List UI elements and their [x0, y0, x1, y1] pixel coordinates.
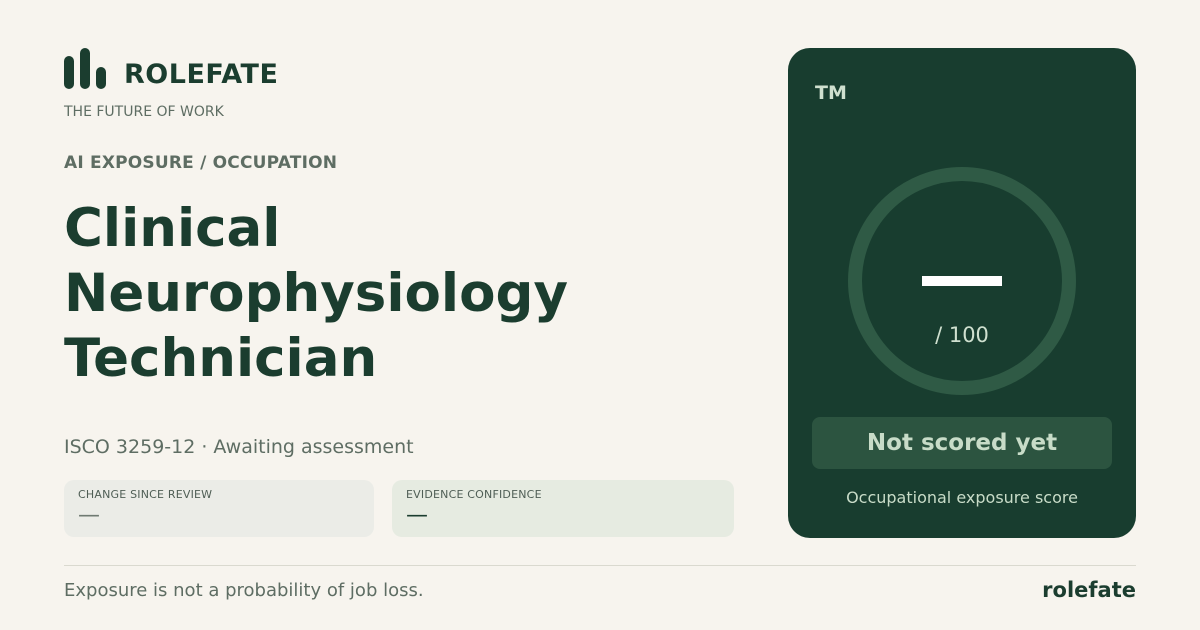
card-caption: Occupational exposure score: [846, 488, 1078, 507]
footer-brand: rolefate: [1042, 578, 1136, 602]
metric-label: CHANGE SINCE REVIEW: [78, 488, 213, 501]
score-placeholder-dash: [922, 276, 1002, 286]
brand-tagline: THE FUTURE OF WORK: [64, 104, 224, 120]
section-kicker: AI EXPOSURE / OCCUPATION: [64, 153, 338, 173]
title-line: Neurophysiology: [64, 263, 568, 324]
metric-evidence-confidence: EVIDENCE CONFIDENCE —: [392, 480, 734, 537]
score-card: TM / 100 Not scored yet Occupational exp…: [788, 48, 1136, 538]
card-code: TM: [815, 82, 847, 104]
metric-label: EVIDENCE CONFIDENCE: [406, 488, 542, 501]
footer-note: Exposure is not a probability of job los…: [64, 580, 424, 601]
metric-change-since-review: CHANGE SINCE REVIEW —: [64, 480, 374, 537]
metric-value: —: [406, 503, 428, 528]
brand: ROLEFATE: [64, 48, 278, 89]
score-max: / 100: [935, 323, 989, 347]
footer-divider: [64, 565, 1136, 566]
status-badge: Not scored yet: [812, 417, 1112, 469]
occupation-title: Clinical Neurophysiology Technician: [64, 196, 724, 391]
brand-name: ROLEFATE: [124, 59, 279, 90]
title-line: Clinical: [64, 198, 281, 259]
title-line: Technician: [64, 328, 378, 389]
brand-row: ROLEFATE: [64, 48, 278, 89]
occupation-subtitle: ISCO 3259-12 · Awaiting assessment: [64, 436, 414, 458]
bar-chart-logo-icon: [64, 48, 106, 89]
metric-value: —: [78, 503, 100, 528]
